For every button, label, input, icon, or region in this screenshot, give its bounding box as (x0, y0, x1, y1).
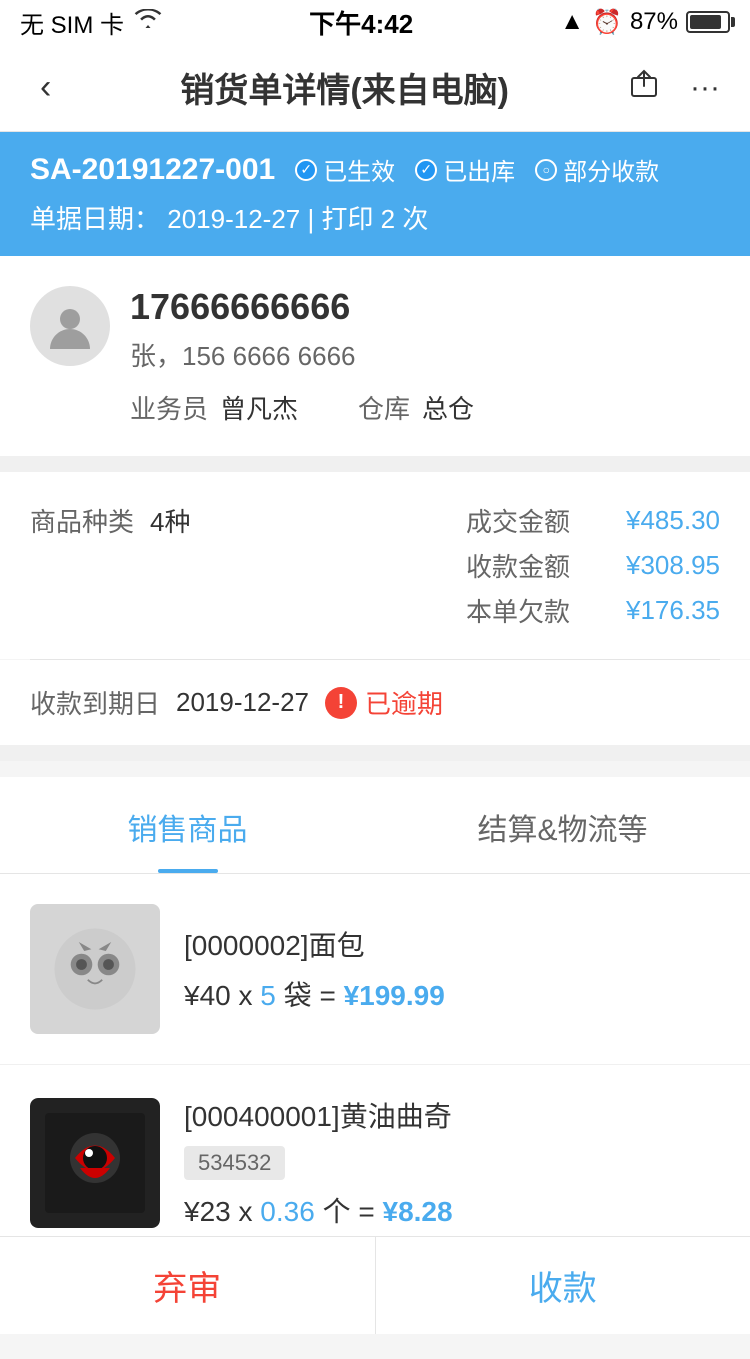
product-placeholder-1 (30, 904, 160, 1034)
order-banner-top: SA-20191227-001 ✓ 已生效 ✓ 已出库 ○ 部分收款 (30, 152, 720, 187)
status-time: 下午4:42 (309, 4, 413, 41)
nav-bar: ‹ 销货单详情(来自电脑) ··· (0, 44, 750, 132)
transaction-row: 成交金额 ¥485.30 (466, 502, 720, 539)
battery-icon (686, 11, 730, 33)
wifi-icon (134, 8, 162, 36)
more-button[interactable]: ··· (690, 71, 720, 105)
product-item: [0000002]面包 ¥40 x 5 袋 = ¥199.99 (0, 874, 750, 1065)
received-value: ¥308.95 (600, 550, 720, 581)
received-label: 收款金额 (466, 547, 570, 584)
product-qty-1: 5 (260, 980, 276, 1011)
financial-stats: 成交金额 ¥485.30 收款金额 ¥308.95 本单欠款 ¥176.35 (466, 502, 720, 629)
status-badge-1: ✓ 已生效 (295, 152, 395, 187)
customer-info: 17666666666 张，156 6666 6666 业务员 曾凡杰 仓库 总… (130, 286, 720, 426)
alarm-icon: ⏰ (592, 8, 622, 37)
product-info-1: [0000002]面包 ¥40 x 5 袋 = ¥199.99 (184, 924, 720, 1014)
order-banner: SA-20191227-001 ✓ 已生效 ✓ 已出库 ○ 部分收款 单据日期：… (0, 132, 750, 256)
divider-2 (0, 745, 750, 761)
customer-contact: 张，156 6666 6666 (130, 336, 720, 373)
product-sku-2: 534532 (184, 1146, 285, 1180)
status-right: ▲ ⏰ 87% (560, 8, 730, 37)
overdue-badge: ! 已逾期 (325, 684, 443, 721)
transaction-label: 成交金额 (466, 502, 570, 539)
battery-percent: 87% (630, 8, 678, 36)
transaction-value: ¥485.30 (600, 505, 720, 536)
product-name-2: [000400001]黄油曲奇 (184, 1095, 720, 1135)
product-qty-2: 0.36 (260, 1196, 315, 1227)
tab-settlement[interactable]: 结算&物流等 (375, 777, 750, 873)
owed-row: 本单欠款 ¥176.35 (466, 592, 720, 629)
status-bar: 无 SIM 卡 下午4:42 ▲ ⏰ 87% (0, 0, 750, 44)
due-date: 2019-12-27 (176, 687, 309, 718)
warehouse-meta: 仓库 总仓 (358, 389, 474, 426)
sales-meta: 业务员 曾凡杰 (130, 389, 298, 426)
product-type-stats: 商品种类 4种 (30, 502, 190, 539)
product-total-2: ¥8.28 (383, 1196, 453, 1227)
page-title: 销货单详情(来自电脑) (180, 63, 509, 112)
product-price-1: ¥40 x 5 袋 = ¥199.99 (184, 974, 720, 1014)
status-badge-2: ✓ 已出库 (415, 152, 515, 187)
bottom-bar: 弃审 收款 (0, 1236, 750, 1334)
customer-avatar (30, 286, 110, 366)
customer-section: 17666666666 张，156 6666 6666 业务员 曾凡杰 仓库 总… (0, 256, 750, 456)
product-item-2: [000400001]黄油曲奇 534532 ¥23 x 0.36 个 = ¥8… (0, 1065, 750, 1261)
sales-name: 曾凡杰 (220, 389, 298, 426)
customer-meta: 业务员 曾凡杰 仓库 总仓 (130, 389, 720, 426)
product-image-1 (30, 904, 160, 1034)
back-button[interactable]: ‹ (30, 58, 61, 117)
confirm-button[interactable]: 收款 (376, 1237, 750, 1334)
product-type-label: 商品种类 (30, 502, 134, 539)
tabs: 销售商品 结算&物流等 (0, 777, 750, 874)
received-row: 收款金额 ¥308.95 (466, 547, 720, 584)
nav-actions: ··· (628, 68, 720, 108)
check-icon-2: ✓ (415, 159, 437, 181)
customer-id: 17666666666 (130, 286, 720, 328)
due-section: 收款到期日 2019-12-27 ! 已逾期 (0, 660, 750, 745)
owed-value: ¥176.35 (600, 595, 720, 626)
tab-sales-products[interactable]: 销售商品 (0, 777, 375, 873)
stats-section: 商品种类 4种 成交金额 ¥485.30 收款金额 ¥308.95 本单欠款 ¥… (0, 472, 750, 659)
product-type-value: 4种 (150, 502, 190, 539)
warehouse-name: 总仓 (422, 389, 474, 426)
order-date: 单据日期： 2019-12-27 | 打印 2 次 (30, 199, 720, 236)
tabs-container: 销售商品 结算&物流等 (0, 777, 750, 874)
status-left: 无 SIM 卡 (20, 5, 162, 40)
share-button[interactable] (628, 68, 660, 108)
cancel-button[interactable]: 弃审 (0, 1237, 375, 1334)
due-label: 收款到期日 (30, 684, 160, 721)
product-image-2 (30, 1098, 160, 1228)
overdue-icon: ! (325, 687, 357, 719)
product-info-2: [000400001]黄油曲奇 534532 ¥23 x 0.36 个 = ¥8… (184, 1095, 720, 1230)
overdue-text: 已逾期 (365, 684, 443, 721)
location-icon: ▲ (560, 8, 584, 36)
owed-label: 本单欠款 (466, 592, 570, 629)
order-number: SA-20191227-001 (30, 153, 275, 187)
product-price-2: ¥23 x 0.36 个 = ¥8.28 (184, 1190, 720, 1230)
status-badge-3: ○ 部分收款 (535, 152, 659, 187)
products-list: [0000002]面包 ¥40 x 5 袋 = ¥199.99 (0, 874, 750, 1261)
product-image-dark (30, 1098, 160, 1228)
check-icon-1: ✓ (295, 159, 317, 181)
carrier-text: 无 SIM 卡 (20, 5, 124, 40)
divider-1 (0, 456, 750, 472)
product-name-1: [0000002]面包 (184, 924, 720, 964)
clock-icon: ○ (535, 159, 557, 181)
product-total-1: ¥199.99 (344, 980, 445, 1011)
